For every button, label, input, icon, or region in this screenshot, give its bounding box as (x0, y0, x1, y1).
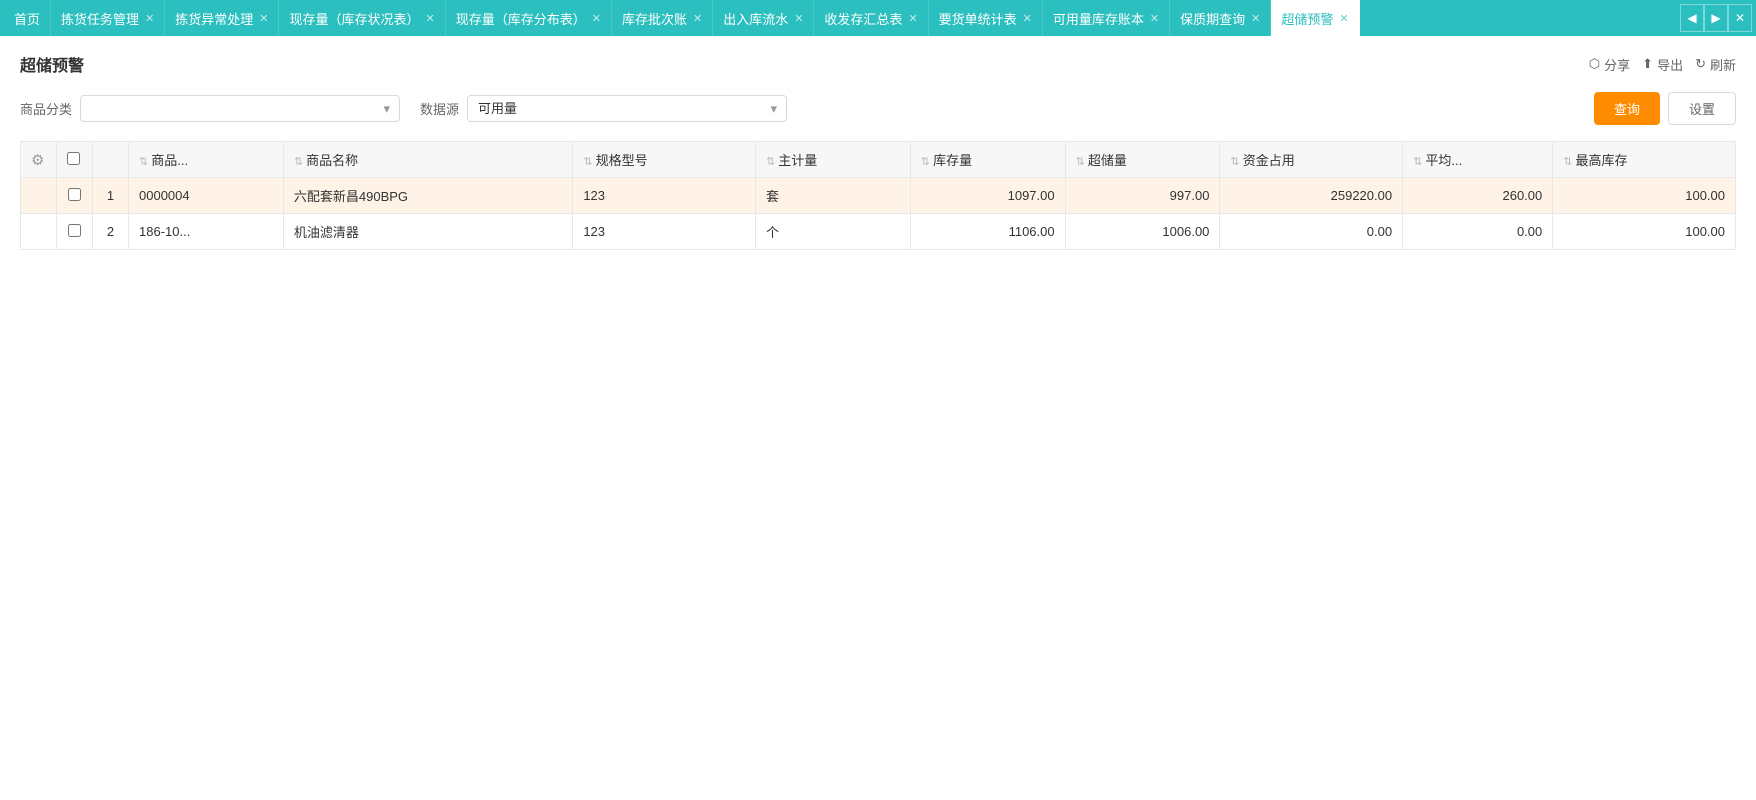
row-max-stock: 100.00 (1553, 214, 1736, 250)
table-header: ⚙ 商品... 商品名称 规格型号 主计量 (21, 142, 1736, 178)
nav-next-button[interactable]: ▶ (1704, 4, 1728, 32)
category-select-wrapper (80, 95, 400, 122)
close-tab-icon[interactable]: ✕ (259, 12, 268, 25)
row-overstock: 1006.00 (1065, 214, 1220, 250)
th-overstock[interactable]: 超储量 (1065, 142, 1220, 178)
category-label: 商品分类 (20, 99, 72, 118)
nav-abnormal[interactable]: 拣货异常处理 ✕ (165, 0, 279, 36)
th-avg[interactable]: 平均... (1403, 142, 1553, 178)
row-gear (21, 214, 57, 250)
nav-close-all-button[interactable]: ✕ (1728, 4, 1752, 32)
th-unit[interactable]: 主计量 (755, 142, 910, 178)
category-select[interactable] (80, 95, 400, 122)
settings-button[interactable]: 设置 (1668, 92, 1736, 125)
row-spec: 123 (573, 178, 756, 214)
datasource-filter: 数据源 可用量 实际库存 (420, 95, 787, 122)
row-stock: 1106.00 (910, 214, 1065, 250)
th-capital[interactable]: 资金占用 (1220, 142, 1403, 178)
select-all-checkbox[interactable] (67, 152, 80, 165)
th-checkbox (57, 142, 93, 178)
close-tab-icon[interactable]: ✕ (794, 12, 803, 25)
nav-expiry[interactable]: 保质期查询 ✕ (1170, 0, 1271, 36)
nav-recv-send[interactable]: 收发存汇总表 ✕ (814, 0, 928, 36)
th-max-stock[interactable]: 最高库存 (1553, 142, 1736, 178)
row-gear (21, 178, 57, 214)
export-button[interactable]: ⬆ 导出 (1642, 55, 1683, 74)
row-select-checkbox[interactable] (68, 188, 81, 201)
close-tab-icon[interactable]: ✕ (426, 12, 435, 25)
top-navigation: 首页 拣货任务管理 ✕ 拣货异常处理 ✕ 现存量（库存状况表） ✕ 现存量（库存… (0, 0, 1756, 36)
row-overstock: 997.00 (1065, 178, 1220, 214)
query-button[interactable]: 查询 (1594, 92, 1660, 125)
row-select-checkbox[interactable] (68, 224, 81, 237)
row-capital: 0.00 (1220, 214, 1403, 250)
th-gear: ⚙ (21, 142, 57, 178)
row-num: 1 (93, 178, 129, 214)
row-checkbox (57, 214, 93, 250)
close-tab-icon[interactable]: ✕ (592, 12, 601, 25)
row-avg: 0.00 (1403, 214, 1553, 250)
nav-stock-dist[interactable]: 现存量（库存分布表） ✕ (446, 0, 612, 36)
gear-icon[interactable]: ⚙ (31, 152, 44, 169)
row-unit: 套 (755, 178, 910, 214)
row-product-code: 186-10... (129, 214, 284, 250)
row-product-name: 机油滤清器 (283, 214, 572, 250)
row-num: 2 (93, 214, 129, 250)
row-product-code: 0000004 (129, 178, 284, 214)
share-button[interactable]: ⬡ 分享 (1589, 55, 1630, 74)
row-max-stock: 100.00 (1553, 178, 1736, 214)
row-capital: 259220.00 (1220, 178, 1403, 214)
th-spec[interactable]: 规格型号 (573, 142, 756, 178)
close-tab-icon[interactable]: ✕ (1023, 12, 1032, 25)
nav-order-stat[interactable]: 要货单统计表 ✕ (929, 0, 1043, 36)
th-stock[interactable]: 库存量 (910, 142, 1065, 178)
datasource-select[interactable]: 可用量 实际库存 (467, 95, 787, 122)
nav-home[interactable]: 首页 (4, 0, 51, 36)
nav-stock-status[interactable]: 现存量（库存状况表） ✕ (279, 0, 445, 36)
row-spec: 123 (573, 214, 756, 250)
category-filter: 商品分类 (20, 95, 400, 122)
row-checkbox (57, 178, 93, 214)
close-tab-icon[interactable]: ✕ (1251, 12, 1260, 25)
nav-task-mgmt[interactable]: 拣货任务管理 ✕ (51, 0, 165, 36)
nav-prev-button[interactable]: ◀ (1680, 4, 1704, 32)
refresh-button[interactable]: ↻ 刷新 (1695, 55, 1736, 74)
row-avg: 260.00 (1403, 178, 1553, 214)
close-tab-icon[interactable]: ✕ (145, 12, 154, 25)
table-body: 1 0000004 六配套新昌490BPG 123 套 1097.00 997.… (21, 178, 1736, 250)
th-num (93, 142, 129, 178)
th-product-code[interactable]: 商品... (129, 142, 284, 178)
close-tab-icon[interactable]: ✕ (908, 12, 917, 25)
table-row: 2 186-10... 机油滤清器 123 个 1106.00 1006.00 … (21, 214, 1736, 250)
close-tab-icon[interactable]: ✕ (1339, 12, 1348, 25)
nav-batch[interactable]: 库存批次账 ✕ (612, 0, 713, 36)
row-stock: 1097.00 (910, 178, 1065, 214)
th-product-name[interactable]: 商品名称 (283, 142, 572, 178)
page-content: 超储预警 ⬡ 分享 ⬆ 导出 ↻ 刷新 商品分类 (0, 36, 1756, 800)
close-tab-icon[interactable]: ✕ (693, 12, 702, 25)
table-row: 1 0000004 六配套新昌490BPG 123 套 1097.00 997.… (21, 178, 1736, 214)
data-table: ⚙ 商品... 商品名称 规格型号 主计量 (20, 141, 1736, 250)
filter-actions: 查询 设置 (1594, 92, 1736, 125)
row-unit: 个 (755, 214, 910, 250)
filter-row: 商品分类 数据源 可用量 实际库存 查询 设置 (20, 92, 1736, 125)
row-product-name: 六配套新昌490BPG (283, 178, 572, 214)
share-icon: ⬡ (1589, 56, 1600, 72)
export-icon: ⬆ (1642, 56, 1653, 72)
page-header: 超储预警 ⬡ 分享 ⬆ 导出 ↻ 刷新 (20, 52, 1736, 76)
close-tab-icon[interactable]: ✕ (1150, 12, 1159, 25)
page-title: 超储预警 (20, 52, 84, 76)
nav-arrows: ◀ ▶ ✕ (1680, 4, 1752, 32)
datasource-select-wrapper: 可用量 实际库存 (467, 95, 787, 122)
header-actions: ⬡ 分享 ⬆ 导出 ↻ 刷新 (1589, 55, 1736, 74)
nav-overstock[interactable]: 超储预警 ✕ (1271, 0, 1359, 36)
nav-available-stock[interactable]: 可用量库存账本 ✕ (1043, 0, 1170, 36)
datasource-label: 数据源 (420, 99, 459, 118)
refresh-icon: ↻ (1695, 56, 1706, 72)
nav-inout-flow[interactable]: 出入库流水 ✕ (713, 0, 814, 36)
